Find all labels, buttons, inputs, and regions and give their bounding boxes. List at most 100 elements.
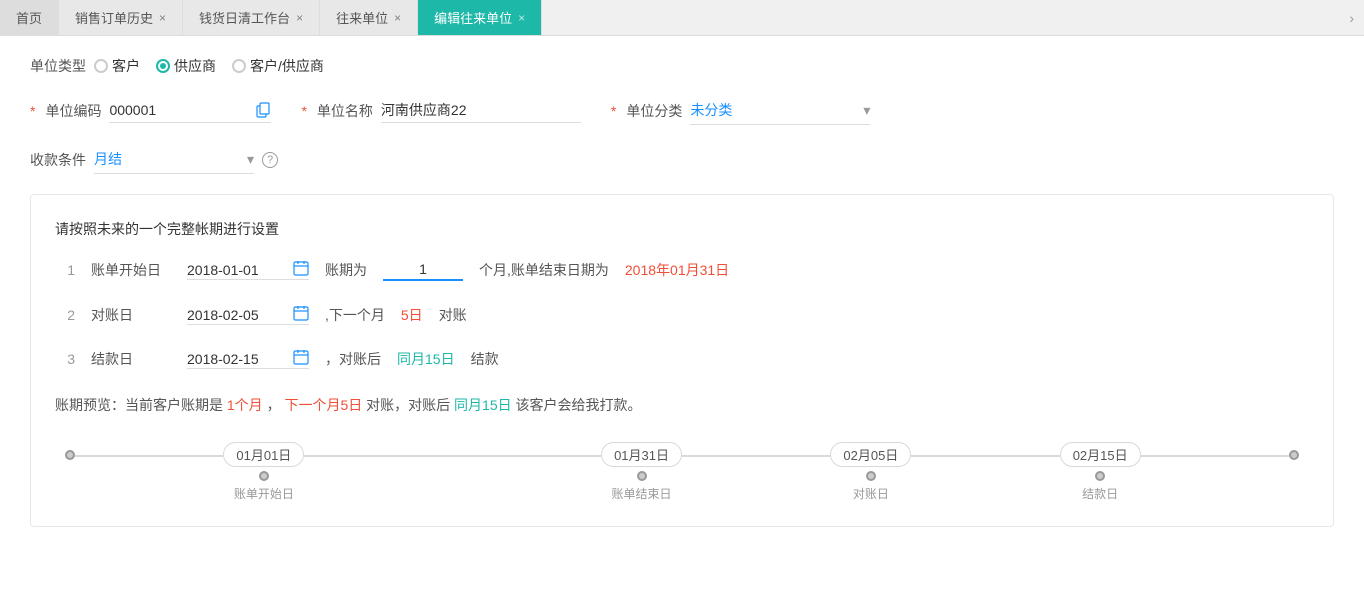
preview-period: 1个月 — [227, 397, 263, 413]
payment-day: 同月15日 — [397, 349, 455, 369]
main-content: 单位类型 客户 供应商 客户/供应商 * 单位编码 — [0, 36, 1364, 608]
timeline-container: 01月01日 账单开始日 01月31日 账单结束日 02月05日 对账日 — [55, 442, 1309, 502]
unit-code-star: * — [30, 103, 35, 119]
timeline-line-4 — [1141, 455, 1289, 457]
preview-reconcile-day: 下一个月5日 — [284, 397, 362, 413]
timeline-line-3 — [911, 455, 1059, 457]
row-num-3: 3 — [55, 351, 75, 367]
preview-payment-day: 同月15日 — [454, 397, 512, 413]
unit-category-label: 单位分类 — [626, 101, 682, 121]
tab-edit-partner-close[interactable]: × — [518, 11, 525, 25]
timeline-label-2: 账单结束日 — [612, 485, 672, 502]
unit-code-copy-icon[interactable] — [255, 102, 271, 118]
unit-type-row: 单位类型 客户 供应商 客户/供应商 — [30, 56, 1334, 76]
period-input[interactable] — [383, 259, 463, 281]
payment-terms-help-icon[interactable]: ? — [262, 152, 278, 168]
timeline-label-4: 结款日 — [1082, 485, 1118, 502]
tab-expander — [542, 0, 1339, 35]
tab-cash-workbench-label: 钱货日清工作台 — [199, 8, 290, 27]
reconcile-day: 5日 — [401, 305, 423, 325]
tab-edit-partner[interactable]: 编辑往来单位 × — [418, 0, 542, 35]
reconcile-prefix: ,下一个月 — [325, 305, 385, 325]
tab-arrow-icon: › — [1349, 10, 1354, 26]
reconcile-suffix: 对账 — [439, 305, 467, 325]
radio-supplier-label: 供应商 — [174, 56, 216, 76]
timeline-dot-3 — [866, 471, 876, 481]
payment-terms-group: 收款条件 月结 ▾ ? — [30, 145, 278, 174]
radio-customer-circle — [94, 59, 108, 73]
unit-type-group: 单位类型 客户 供应商 客户/供应商 — [30, 56, 324, 76]
timeline-node-3: 02月05日 对账日 — [830, 442, 911, 502]
payment-date-calendar-icon[interactable] — [293, 349, 309, 368]
start-date-input[interactable] — [187, 262, 287, 278]
tab-bar: 首页 销售订单历史 × 钱货日清工作台 × 往来单位 × 编辑往来单位 × › — [0, 0, 1364, 36]
radio-customer-label: 客户 — [112, 56, 140, 76]
preview-mid: 对账，对账后 — [366, 397, 450, 413]
timeline-bubble-1: 01月01日 — [223, 442, 304, 467]
unit-category-dropdown[interactable]: 未分类 ▾ — [690, 96, 870, 125]
radio-group: 客户 供应商 客户/供应商 — [94, 56, 324, 76]
row-label-1: 账单开始日 — [91, 260, 171, 280]
period-prefix: 账期为 — [325, 260, 367, 280]
tab-edit-partner-label: 编辑往来单位 — [434, 8, 512, 27]
period-suffix: 个月,账单结束日期为 — [479, 260, 609, 280]
tab-sales-history-label: 销售订单历史 — [75, 8, 153, 27]
unit-code-group: * 单位编码 — [30, 98, 271, 123]
timeline-line-0 — [75, 455, 223, 457]
unit-name-input[interactable] — [381, 98, 581, 123]
unit-code-input[interactable] — [109, 98, 249, 122]
radio-supplier-circle — [156, 59, 170, 73]
end-date-highlight: 2018年01月31日 — [625, 260, 729, 280]
timeline-end-dot — [1289, 450, 1299, 460]
preview-end: 该客户会给我打款。 — [516, 397, 642, 413]
timeline-label-1: 账单开始日 — [234, 485, 294, 502]
timeline-bubble-2: 01月31日 — [601, 442, 682, 467]
timeline-node-1: 01月01日 账单开始日 — [223, 442, 304, 502]
start-date-field — [187, 260, 309, 280]
payment-terms-dropdown[interactable]: 月结 ▾ — [94, 145, 254, 174]
row-label-3: 结款日 — [91, 349, 171, 369]
tab-cash-workbench[interactable]: 钱货日清工作台 × — [183, 0, 320, 35]
config-row-1: 1 账单开始日 账期为 个月,账单结束日期为 2018年01月31日 — [55, 259, 1309, 281]
unit-code-label: 单位编码 — [45, 101, 101, 121]
radio-both-label: 客户/供应商 — [250, 56, 324, 76]
payment-terms-value: 月结 — [94, 149, 241, 169]
reconcile-date-input[interactable] — [187, 307, 287, 323]
radio-customer[interactable]: 客户 — [94, 56, 140, 76]
config-row-3: 3 结款日 ，对账后 同月15日 结款 — [55, 349, 1309, 369]
timeline-line-1 — [304, 455, 601, 457]
tab-cash-workbench-close[interactable]: × — [296, 11, 303, 25]
payment-prefix: ，对账后 — [325, 349, 381, 369]
timeline-label-3: 对账日 — [853, 485, 889, 502]
payment-date-input[interactable] — [187, 351, 287, 367]
unit-category-group: * 单位分类 未分类 ▾ — [611, 96, 870, 125]
tab-partner-unit-label: 往来单位 — [336, 8, 388, 27]
tab-partner-unit-close[interactable]: × — [394, 11, 401, 25]
unit-category-star: * — [611, 103, 616, 119]
timeline-start — [65, 442, 75, 460]
tab-home[interactable]: 首页 — [0, 0, 59, 35]
unit-name-group: * 单位名称 — [301, 98, 580, 123]
timeline-start-dot — [65, 450, 75, 460]
preview-comma: ， — [267, 397, 281, 413]
unit-name-label: 单位名称 — [317, 101, 373, 121]
unit-name-star: * — [301, 103, 306, 119]
tab-sales-history[interactable]: 销售订单历史 × — [59, 0, 183, 35]
payment-date-field — [187, 349, 309, 369]
section-title: 请按照未来的一个完整帐期进行设置 — [55, 219, 1309, 239]
tab-sales-history-close[interactable]: × — [159, 11, 166, 25]
preview-label: 账期预览：当前客户账期是 — [55, 397, 223, 413]
row-label-2: 对账日 — [91, 305, 171, 325]
payment-terms-arrow: ▾ — [247, 151, 254, 168]
start-date-calendar-icon[interactable] — [293, 260, 309, 279]
reconcile-date-calendar-icon[interactable] — [293, 305, 309, 324]
timeline-line-2 — [682, 455, 830, 457]
tab-partner-unit[interactable]: 往来单位 × — [320, 0, 418, 35]
timeline-bubble-3: 02月05日 — [830, 442, 911, 467]
tab-arrow[interactable]: › — [1339, 0, 1364, 35]
timeline-node-2: 01月31日 账单结束日 — [601, 442, 682, 502]
timeline-node-4: 02月15日 结款日 — [1060, 442, 1141, 502]
radio-supplier[interactable]: 供应商 — [156, 56, 216, 76]
unit-category-value: 未分类 — [690, 100, 857, 120]
radio-both[interactable]: 客户/供应商 — [232, 56, 324, 76]
